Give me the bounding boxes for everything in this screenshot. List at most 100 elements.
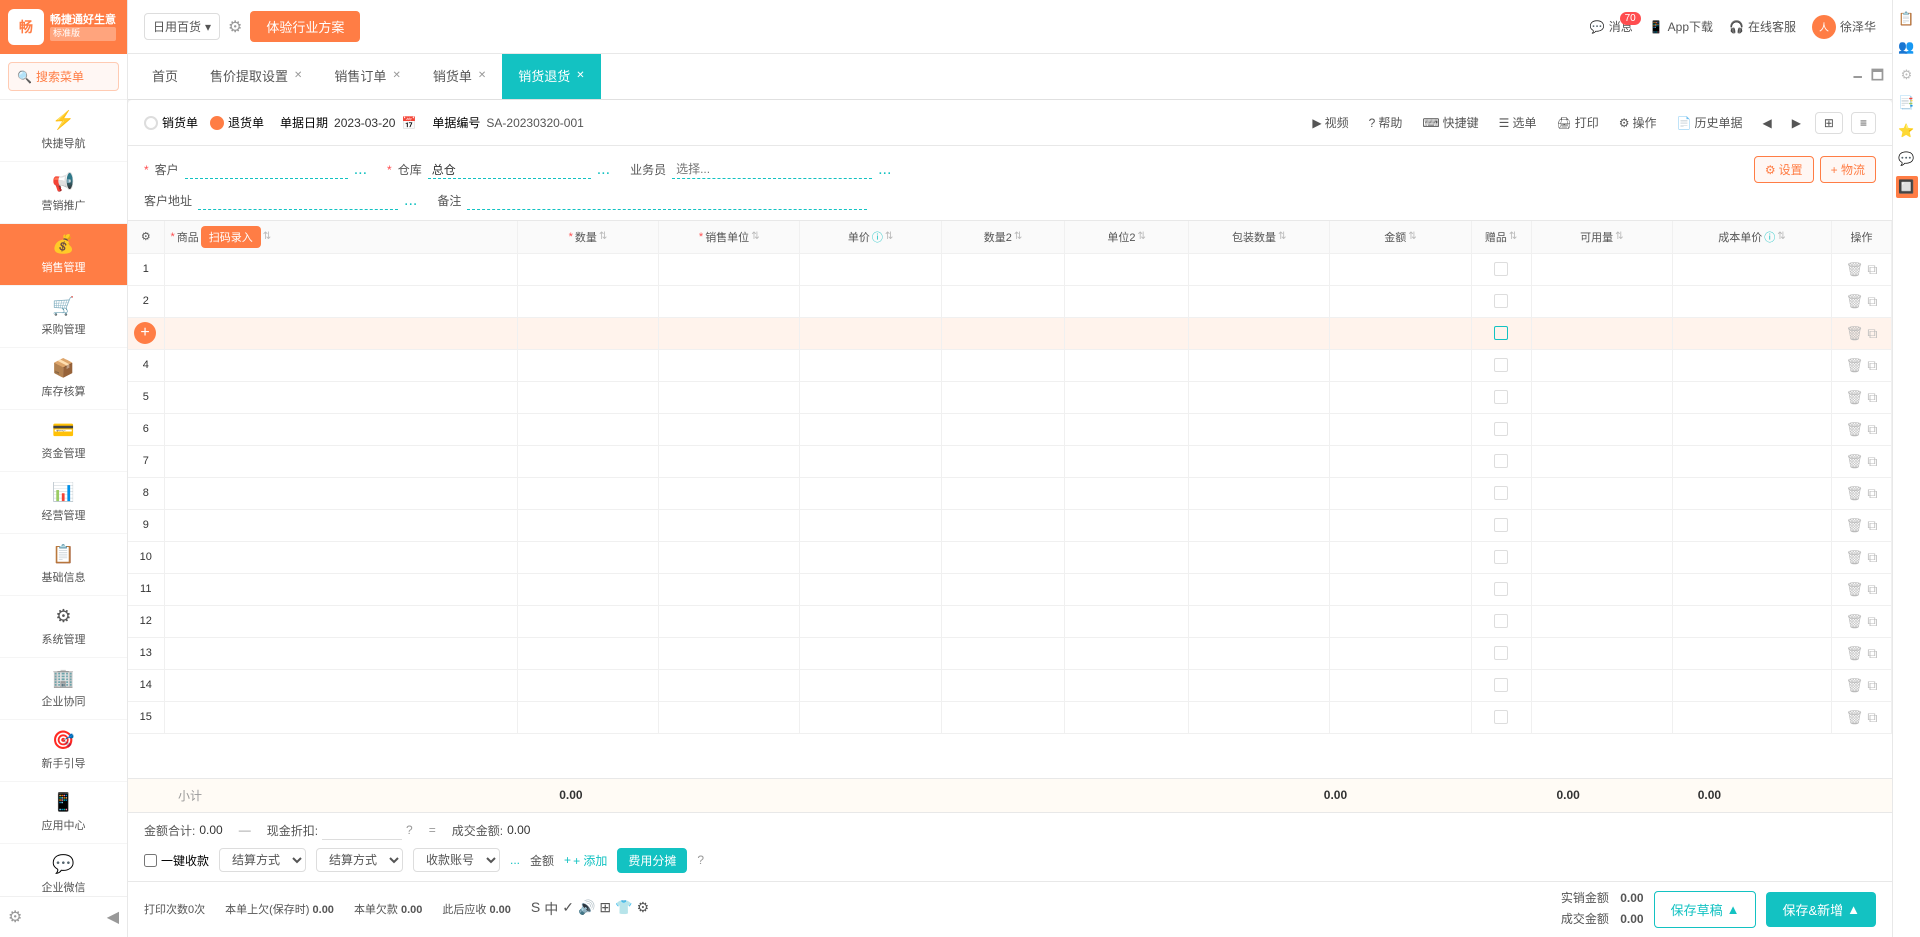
unit-price-cell[interactable] (800, 285, 941, 317)
product-cell[interactable] (164, 445, 517, 477)
app-download-button[interactable]: 📱 App下载 (1649, 18, 1713, 35)
gift-checkbox[interactable] (1494, 390, 1508, 404)
right-icon-docs[interactable]: 📑 (1896, 92, 1918, 114)
unit2-cell[interactable] (1065, 477, 1189, 509)
user-info[interactable]: 人 徐泽华 (1812, 15, 1876, 39)
copy-row-icon[interactable]: ⧉ (1867, 389, 1877, 406)
amount-cell[interactable] (1330, 413, 1471, 445)
print-button[interactable]: 🖨 打印 (1550, 110, 1604, 135)
copy-row-icon[interactable]: ⧉ (1867, 325, 1877, 342)
copy-row-icon[interactable]: ⧉ (1867, 645, 1877, 662)
view-settings-button[interactable]: ⊞ (1815, 112, 1843, 134)
right-icon-star[interactable]: ⭐ (1896, 120, 1918, 142)
available-cell[interactable] (1531, 253, 1672, 285)
sidebar-item-inventory[interactable]: 📦 库存核算 (0, 348, 127, 410)
unit2-cell[interactable] (1065, 701, 1189, 733)
product-cell[interactable] (164, 701, 517, 733)
customer-select-btn[interactable]: ... (354, 161, 367, 179)
pack-qty-cell[interactable] (1189, 605, 1330, 637)
gift-checkbox[interactable] (1494, 614, 1508, 628)
available-cell[interactable] (1531, 477, 1672, 509)
gift-checkbox[interactable] (1494, 486, 1508, 500)
unit2-cell[interactable] (1065, 541, 1189, 573)
calendar-icon[interactable]: 📅 (401, 116, 416, 130)
delete-row-icon[interactable]: 🗑 (1846, 549, 1864, 566)
quantity-cell[interactable] (517, 381, 658, 413)
sidebar-item-sales[interactable]: 💰 销售管理 (0, 224, 127, 286)
amount-cell[interactable] (1330, 509, 1471, 541)
tab-sales-delivery[interactable]: 销货单 ✕ (417, 54, 502, 99)
product-cell[interactable] (164, 605, 517, 637)
delete-row-icon[interactable]: 🗑 (1846, 581, 1864, 598)
quantity-cell[interactable] (517, 413, 658, 445)
unit2-cell[interactable] (1065, 381, 1189, 413)
available-cell[interactable] (1531, 669, 1672, 701)
operation-button[interactable]: ⚙ 操作 (1613, 110, 1663, 135)
settlement-method-select[interactable]: 结算方式 (219, 848, 306, 872)
amount-cell[interactable] (1330, 317, 1471, 349)
quantity-cell[interactable] (517, 285, 658, 317)
unit2-cell[interactable] (1065, 637, 1189, 669)
available-cell[interactable] (1531, 509, 1672, 541)
qty2-cell[interactable] (941, 573, 1065, 605)
qty2-cell[interactable] (941, 637, 1065, 669)
sales-unit-cell[interactable] (659, 669, 800, 701)
sidebar-item-finance[interactable]: 💳 资金管理 (0, 410, 127, 472)
delete-row-icon[interactable]: 🗑 (1846, 325, 1864, 342)
pack-qty-cell[interactable] (1189, 381, 1330, 413)
amount-cell[interactable] (1330, 541, 1471, 573)
sidebar-item-system[interactable]: ⚙ 系统管理 (0, 596, 127, 658)
qty2-cell[interactable] (941, 701, 1065, 733)
gift-checkbox[interactable] (1494, 550, 1508, 564)
product-input[interactable] (171, 327, 511, 339)
gift-checkbox[interactable] (1494, 678, 1508, 692)
view-list-button[interactable]: ≡ (1851, 112, 1876, 134)
pack-qty-cell[interactable] (1189, 349, 1330, 381)
customer-input[interactable] (185, 160, 348, 179)
add-logistics-button[interactable]: + 物流 (1820, 156, 1876, 183)
product-cell[interactable] (164, 317, 517, 349)
quantity-cell[interactable] (517, 573, 658, 605)
pack-qty-cell[interactable] (1189, 445, 1330, 477)
pack-qty-cell[interactable] (1189, 253, 1330, 285)
unit-price-cell[interactable] (800, 541, 941, 573)
add-payment-button[interactable]: + + 添加 (564, 852, 607, 869)
unit2-cell[interactable] (1065, 605, 1189, 637)
sales-unit-cell[interactable] (659, 349, 800, 381)
sort-qty2-icon[interactable]: ⇅ (1014, 231, 1022, 242)
sales-unit-cell[interactable] (659, 605, 800, 637)
delete-row-icon[interactable]: 🗑 (1846, 357, 1864, 374)
sort-gift-icon[interactable]: ⇅ (1509, 231, 1517, 242)
delete-row-icon[interactable]: 🗑 (1846, 485, 1864, 502)
amount-cell[interactable] (1330, 573, 1471, 605)
qty2-cell[interactable] (941, 413, 1065, 445)
sidebar-item-basic[interactable]: 📋 基础信息 (0, 534, 127, 596)
delete-row-icon[interactable]: 🗑 (1846, 421, 1864, 438)
right-icon-users[interactable]: 👥 (1896, 36, 1918, 58)
split-button[interactable]: 费用分摊 (617, 848, 687, 873)
copy-row-icon[interactable]: ⧉ (1867, 357, 1877, 374)
setup-button[interactable]: ⚙ 设置 (1754, 156, 1814, 183)
notes-input[interactable] (467, 191, 867, 210)
pack-qty-cell[interactable] (1189, 509, 1330, 541)
one-click-payment-checkbox[interactable]: 一键收款 (144, 852, 209, 869)
quantity-cell[interactable] (517, 445, 658, 477)
product-cell[interactable] (164, 637, 517, 669)
copy-row-icon[interactable]: ⧉ (1867, 613, 1877, 630)
quantity-cell[interactable] (517, 509, 658, 541)
cost-price-cell[interactable] (1672, 381, 1831, 413)
unit-price-cell[interactable] (800, 509, 941, 541)
unit-price-cell[interactable] (800, 253, 941, 285)
sales-unit-cell[interactable] (659, 509, 800, 541)
copy-row-icon[interactable]: ⧉ (1867, 709, 1877, 726)
sidebar-item-wechat[interactable]: 💬 企业微信 (0, 844, 127, 896)
delete-row-icon[interactable]: 🗑 (1846, 261, 1864, 278)
cost-price-cell[interactable] (1672, 573, 1831, 605)
cost-price-cell[interactable] (1672, 477, 1831, 509)
amount-cell[interactable] (1330, 669, 1471, 701)
tab-close-order[interactable]: ✕ (392, 70, 400, 81)
calculation-method-select[interactable]: 结算方式 (316, 848, 403, 872)
available-cell[interactable] (1531, 605, 1672, 637)
unit2-cell[interactable] (1065, 253, 1189, 285)
cost-price-cell[interactable] (1672, 253, 1831, 285)
